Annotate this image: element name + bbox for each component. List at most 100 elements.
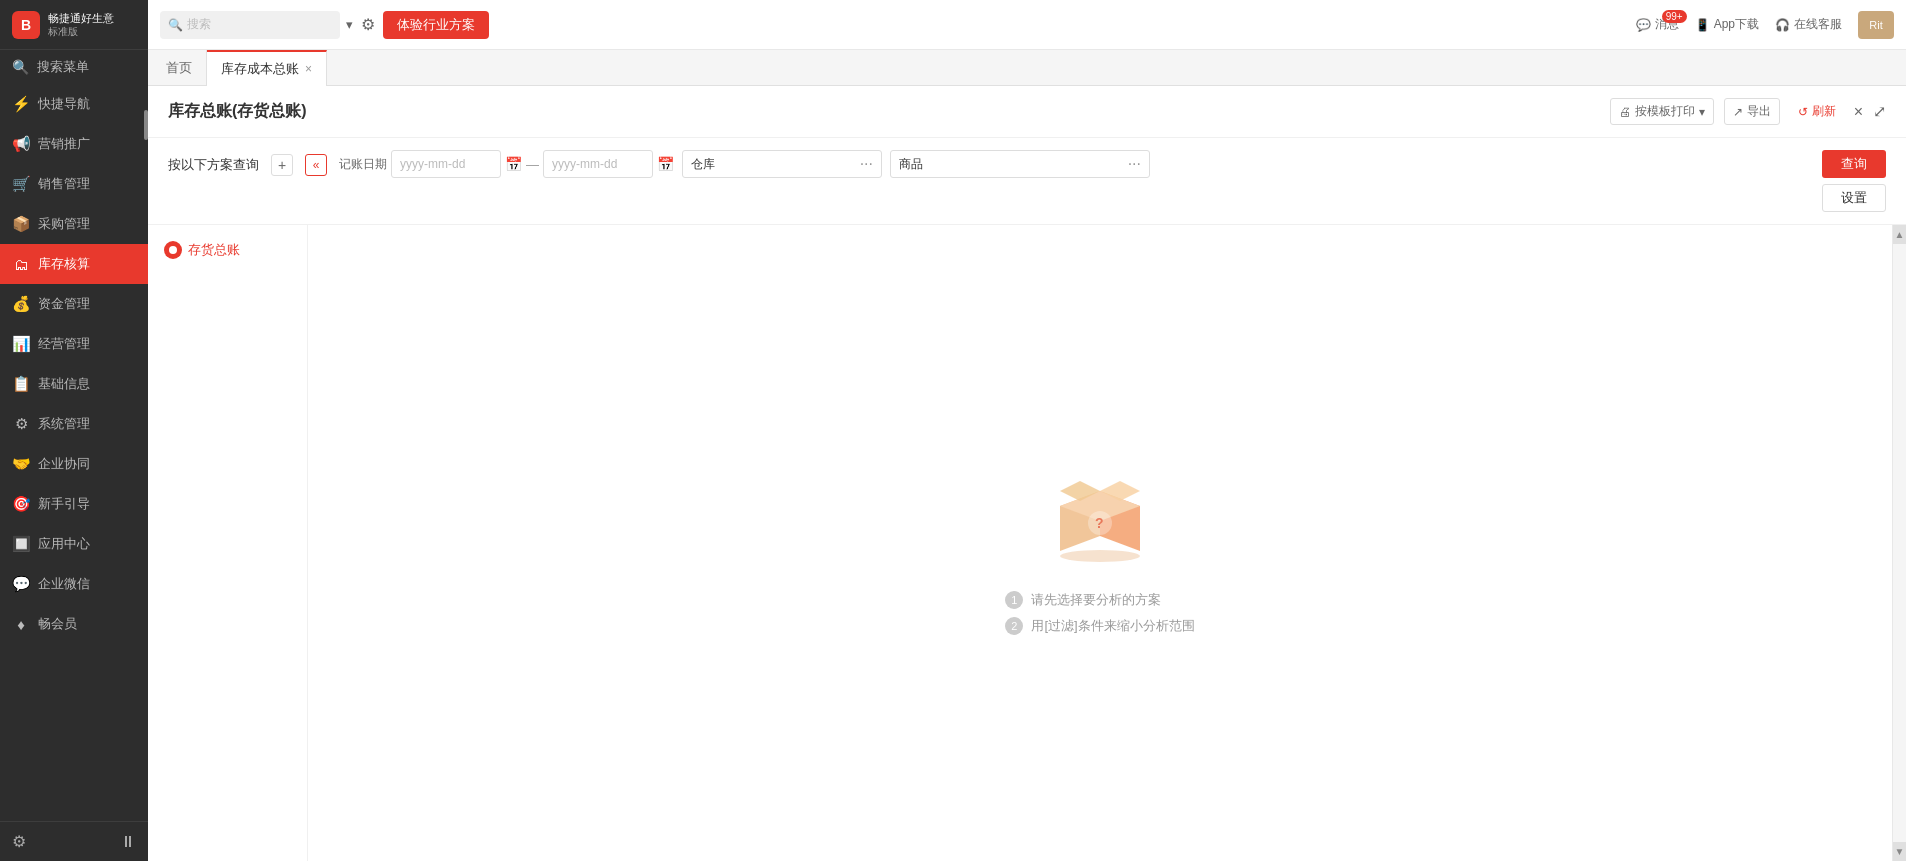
empty-tip-1: 1 请先选择要分析的方案 [1005,591,1194,609]
tab-inventory-cost[interactable]: 库存成本总账 × [207,50,327,86]
page-title: 库存总账(存货总账) [168,101,307,122]
filter-and-content: 存货总账 [148,225,1906,861]
export-btn[interactable]: ↗ 导出 [1724,98,1780,125]
sidebar-item-member[interactable]: ♦ 畅会员 [0,604,148,644]
sidebar-item-sales[interactable]: 🛒 销售管理 [0,164,148,204]
topbar-settings-icon[interactable]: ⚙ [361,15,375,34]
sidebar-item-inventory[interactable]: 🗂 库存核算 [0,244,148,284]
sidebar-item-app-center[interactable]: 🔲 应用中心 [0,524,148,564]
main-area: 🔍 搜索 ▾ ⚙ 体验行业方案 💬 消息 99+ 📱 App下载 🎧 在线客服 [148,0,1906,861]
topbar: 🔍 搜索 ▾ ⚙ 体验行业方案 💬 消息 99+ 📱 App下载 🎧 在线客服 [148,0,1906,50]
tip-number-1: 1 [1005,591,1023,609]
user-avatar[interactable]: Rit [1858,11,1894,39]
message-btn[interactable]: 💬 消息 99+ [1636,16,1679,33]
basic-info-icon: 📋 [12,375,30,393]
app-name: 畅捷通好生意 标准版 [48,11,114,38]
topbar-dropdown-icon[interactable]: ▾ [346,17,353,32]
date-end-input[interactable]: yyyy-mm-dd [543,150,653,178]
app-logo-icon: B [12,11,40,39]
right-scrollbar: ▲ ▼ [1892,225,1906,861]
quick-nav-icon: ⚡ [12,95,30,113]
sidebar-item-system[interactable]: ⚙ 系统管理 [0,404,148,444]
filter-label: 按以下方案查询 [168,150,259,174]
filter-actions: 查询 设置 [1822,150,1886,212]
panel-close-icon[interactable]: × [1854,103,1863,121]
calendar-start-icon[interactable]: 📅 [505,156,522,172]
calendar-end-icon[interactable]: 📅 [657,156,674,172]
operations-icon: 📊 [12,335,30,353]
app-download-btn[interactable]: 📱 App下载 [1695,16,1759,33]
page-header-actions: 🖨 按模板打印 ▾ ↗ 导出 ↺ 刷新 × ⤢ [1610,98,1886,125]
goods-selector[interactable]: 商品 ··· [890,150,1150,178]
topbar-left: 🔍 搜索 ▾ ⚙ 体验行业方案 [160,11,1628,39]
refresh-btn[interactable]: ↺ 刷新 [1790,99,1844,124]
scheme-panel: 存货总账 [148,225,308,861]
empty-tips: 1 请先选择要分析的方案 2 用[过滤]条件来缩小分析范围 [1005,591,1194,635]
panel-resize-icon[interactable]: ⤢ [1873,102,1886,121]
sidebar-item-basic-info[interactable]: 📋 基础信息 [0,364,148,404]
enterprise-icon: 🤝 [12,455,30,473]
industry-btn[interactable]: 体验行业方案 [383,11,489,39]
warehouse-selector[interactable]: 仓库 ··· [682,150,882,178]
sidebar-item-marketing[interactable]: 📢 营销推广 [0,124,148,164]
online-support-btn[interactable]: 🎧 在线客服 [1775,16,1842,33]
message-icon: 💬 [1636,18,1651,32]
empty-tip-2: 2 用[过滤]条件来缩小分析范围 [1005,617,1194,635]
warehouse-more-icon[interactable]: ··· [860,155,873,173]
export-icon: ↗ [1733,105,1743,119]
filter-warehouse-group: 仓库 ··· [682,150,882,178]
query-btn[interactable]: 查询 [1822,150,1886,178]
goods-more-icon[interactable]: ··· [1128,155,1141,173]
refresh-icon: ↺ [1798,105,1808,119]
sidebar-bottom: ⚙ ⏸ [0,821,148,861]
guide-icon: 🎯 [12,495,30,513]
date-start-input[interactable]: yyyy-mm-dd [391,150,501,178]
sidebar-settings-icon[interactable]: ⚙ [12,832,26,851]
search-icon: 🔍 [12,59,29,75]
tip-number-2: 2 [1005,617,1023,635]
filter-add-btn[interactable]: + [271,154,293,176]
date-label: 记账日期 [339,156,387,173]
print-template-btn[interactable]: 🖨 按模板打印 ▾ [1610,98,1714,125]
marketing-icon: 📢 [12,135,30,153]
tab-close-inventory-cost[interactable]: × [305,62,312,76]
sidebar-search[interactable]: 🔍 搜索菜单 [0,50,148,84]
topbar-right: 💬 消息 99+ 📱 App下载 🎧 在线客服 Rit [1636,11,1894,39]
sidebar-item-wechat[interactable]: 💬 企业微信 [0,564,148,604]
svg-point-0 [169,246,177,254]
topbar-search-box[interactable]: 🔍 搜索 [160,11,340,39]
sidebar-item-enterprise[interactable]: 🤝 企业协同 [0,444,148,484]
system-icon: ⚙ [12,415,30,433]
scheme-icon [164,241,182,259]
scheme-item-stock-ledger[interactable]: 存货总账 [148,233,307,267]
sidebar-item-purchase[interactable]: 📦 采购管理 [0,204,148,244]
download-icon: 📱 [1695,18,1710,32]
filter-settings-btn[interactable]: 设置 [1822,184,1886,212]
filter-area: 按以下方案查询 + « 记账日期 yyyy-mm-dd 📅 — yyyy-mm-… [148,138,1906,225]
empty-illustration: ? [1040,451,1160,571]
filter-collapse-btn[interactable]: « [305,154,327,176]
empty-state: ? 1 请先选择要分析的方案 2 用[过滤]条件来缩小分析范围 [308,225,1892,861]
scroll-down-btn[interactable]: ▼ [1893,842,1907,861]
print-icon: 🖨 [1619,105,1631,119]
wechat-icon: 💬 [12,575,30,593]
tab-home[interactable]: 首页 [152,50,207,86]
support-icon: 🎧 [1775,18,1790,32]
print-dropdown-icon: ▾ [1699,105,1705,119]
svg-text:?: ? [1095,515,1104,531]
sidebar-item-finance[interactable]: 💰 资金管理 [0,284,148,324]
topbar-search-icon: 🔍 [168,18,183,32]
member-icon: ♦ [12,616,30,633]
date-separator: — [526,157,539,172]
filter-goods-group: 商品 ··· [890,150,1150,178]
page-header: 库存总账(存货总账) 🖨 按模板打印 ▾ ↗ 导出 ↺ 刷新 × ⤢ [148,86,1906,138]
sidebar-item-operations[interactable]: 📊 经营管理 [0,324,148,364]
purchase-icon: 📦 [12,215,30,233]
sidebar-logo: B 畅捷通好生意 标准版 [0,0,148,50]
scroll-up-btn[interactable]: ▲ [1893,225,1907,244]
finance-icon: 💰 [12,295,30,313]
sidebar-item-quick-nav[interactable]: ⚡ 快捷导航 [0,84,148,124]
sidebar-item-guide[interactable]: 🎯 新手引导 [0,484,148,524]
app-center-icon: 🔲 [12,535,30,553]
sidebar-collapse-icon[interactable]: ⏸ [120,833,136,851]
